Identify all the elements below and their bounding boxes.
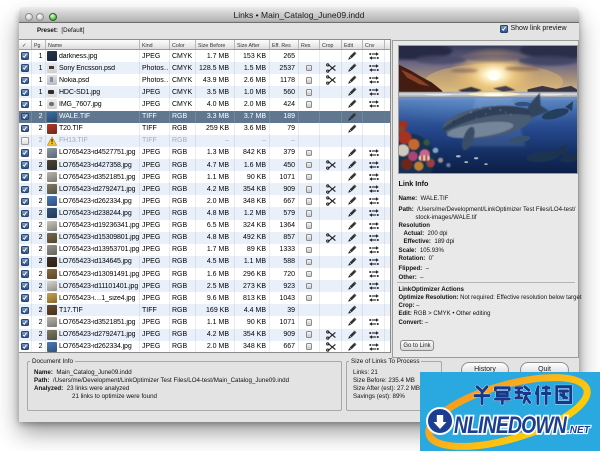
svg-text:.NET: .NET	[567, 425, 591, 436]
svg-text:NLINEDOWN: NLINEDOWN	[454, 412, 567, 439]
